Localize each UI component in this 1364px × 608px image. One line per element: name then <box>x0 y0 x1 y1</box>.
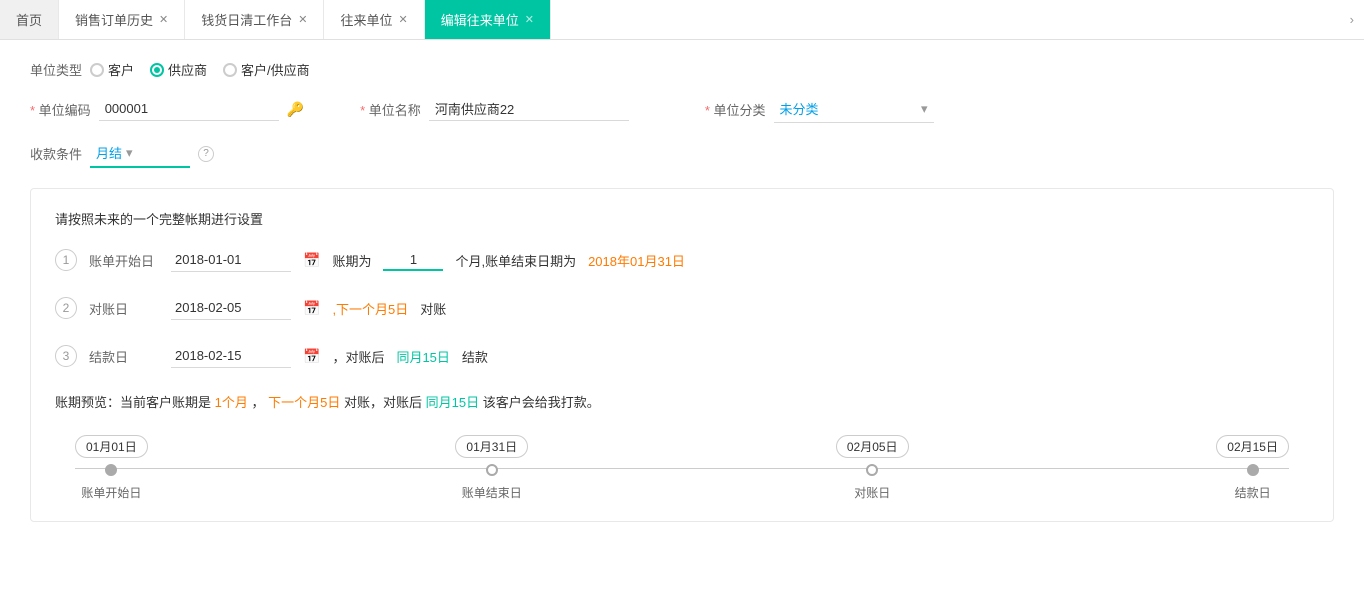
tab-cash-daily-close[interactable]: ✕ <box>298 13 307 26</box>
step-row-1: 1 账单开始日 📅 账期为 个月,账单结束日期为 2018年01月31日 <box>55 248 1309 272</box>
timeline-dot-3 <box>866 464 878 476</box>
help-icon[interactable]: ? <box>198 146 214 162</box>
step-label-3: 结款日 <box>89 347 159 366</box>
step-date-2[interactable] <box>171 296 291 320</box>
timeline-label-3: 02月05日 <box>836 435 909 458</box>
tab-edit-partner[interactable]: 编辑往来单位 ✕ <box>425 0 551 39</box>
step-label-2: 对账日 <box>89 299 159 318</box>
unit-code-copy-icon[interactable]: 🔑 <box>287 101 304 118</box>
timeline-dot-4 <box>1247 464 1259 476</box>
tab-edit-partner-label: 编辑往来单位 <box>441 10 519 29</box>
tab-sales-history[interactable]: 销售订单历史 ✕ <box>59 0 185 39</box>
timeline-sublabel-3: 对账日 <box>854 484 890 501</box>
tab-sales-history-label: 销售订单历史 <box>75 10 153 29</box>
unit-category-group: 单位分类 未分类 ▾ <box>705 95 934 123</box>
unit-fields-row: 单位编码 🔑 单位名称 单位分类 未分类 ▾ <box>30 95 1334 123</box>
step-row-2: 2 对账日 📅 ,下一个月5日 对账 <box>55 296 1309 320</box>
preview-part2: 下一个月5日 <box>268 395 340 410</box>
unit-code-label: 单位编码 <box>30 100 91 119</box>
payment-condition-select[interactable]: 月结 ▾ <box>90 139 190 168</box>
tab-home[interactable]: 首页 <box>0 0 59 39</box>
unit-type-label: 单位类型 <box>30 60 82 79</box>
step-num-2: 2 <box>55 297 77 319</box>
timeline-label-1: 01月01日 <box>75 435 148 458</box>
preview-part1: 1个月 <box>215 395 248 410</box>
step-desc-unit-1: 个月,账单结束日期为 <box>455 251 576 270</box>
timeline-dot-1 <box>105 464 117 476</box>
timeline-sublabel-4: 结款日 <box>1235 484 1271 501</box>
timeline-sublabel-2: 账单结束日 <box>462 484 522 501</box>
radio-supplier-label: 供应商 <box>168 60 207 79</box>
preview-end: 该客户会给我打款。 <box>483 395 600 410</box>
step-num-3: 3 <box>55 345 77 367</box>
tab-home-label: 首页 <box>16 10 42 29</box>
radio-supplier[interactable]: 供应商 <box>150 60 207 79</box>
timeline-sublabel-1: 账单开始日 <box>81 484 141 501</box>
preview-part3: 对账，对账后 <box>344 395 422 410</box>
timeline-section: 01月01日 账单开始日 01月31日 账单结束日 02月05日 <box>55 435 1309 501</box>
radio-supplier-circle <box>150 63 164 77</box>
preview-comma1: ， <box>252 395 265 410</box>
tab-sales-history-close[interactable]: ✕ <box>159 13 168 26</box>
unit-category-value: 未分类 <box>780 99 917 118</box>
radio-customer-circle <box>90 63 104 77</box>
step-highlight-3: 同月15日 <box>396 347 449 366</box>
timeline-node-4: 02月15日 结款日 <box>1216 435 1289 501</box>
tab-more-button[interactable]: › <box>1340 0 1364 39</box>
preview-part4: 同月15日 <box>426 395 479 410</box>
unit-type-row: 单位类型 客户 供应商 客户/供应商 <box>30 60 1334 79</box>
timeline-node-1: 01月01日 账单开始日 <box>75 435 148 501</box>
step-desc-prefix-1: 账期为 <box>332 251 371 270</box>
timeline-label-4: 02月15日 <box>1216 435 1289 458</box>
step-date-3[interactable] <box>171 344 291 368</box>
unit-category-label: 单位分类 <box>705 100 766 119</box>
step-desc-suffix-2: 对账 <box>420 299 446 318</box>
step-calendar-1[interactable]: 📅 <box>303 252 320 269</box>
main-content: 单位类型 客户 供应商 客户/供应商 单位编码 🔑 单位名称 <box>0 40 1364 608</box>
radio-both-label: 客户/供应商 <box>241 60 310 79</box>
preview-section: 账期预览：当前客户账期是 1个月 ， 下一个月5日 对账，对账后 同月15日 该… <box>55 392 1309 411</box>
unit-code-input[interactable] <box>99 97 279 121</box>
unit-code-group: 单位编码 🔑 <box>30 97 304 121</box>
tab-bar: 首页 销售订单历史 ✕ 钱货日清工作台 ✕ 往来单位 ✕ 编辑往来单位 ✕ › <box>0 0 1364 40</box>
step-desc-suffix-3: 结款 <box>462 347 488 366</box>
payment-condition-chevron-icon: ▾ <box>126 145 133 161</box>
step-date-1[interactable] <box>171 248 291 272</box>
card-instruction: 请按照未来的一个完整帐期进行设置 <box>55 209 1309 228</box>
payment-condition-value: 月结 <box>96 143 122 162</box>
timeline-label-2: 01月31日 <box>455 435 528 458</box>
step-calendar-3[interactable]: 📅 <box>303 348 320 365</box>
unit-category-chevron-icon: ▾ <box>921 101 928 117</box>
period-input-1[interactable] <box>383 250 443 271</box>
settings-card: 请按照未来的一个完整帐期进行设置 1 账单开始日 📅 账期为 个月,账单结束日期… <box>30 188 1334 522</box>
step-desc-prefix-3: ，对账后 <box>332 347 384 366</box>
tab-cash-daily[interactable]: 钱货日清工作台 ✕ <box>185 0 324 39</box>
tab-cash-daily-label: 钱货日清工作台 <box>201 10 292 29</box>
step-highlight-2: ,下一个月5日 <box>332 299 408 318</box>
step-label-1: 账单开始日 <box>89 251 159 270</box>
unit-name-input[interactable] <box>429 97 629 121</box>
tab-partner-unit[interactable]: 往来单位 ✕ <box>324 0 424 39</box>
unit-name-group: 单位名称 <box>360 97 629 121</box>
payment-condition-row: 收款条件 月结 ▾ ? <box>30 139 1334 168</box>
step-calendar-2[interactable]: 📅 <box>303 300 320 317</box>
payment-condition-label: 收款条件 <box>30 144 82 163</box>
tab-partner-unit-close[interactable]: ✕ <box>399 13 408 26</box>
timeline-node-2: 01月31日 账单结束日 <box>455 435 528 501</box>
step-period-end-1: 2018年01月31日 <box>588 251 685 270</box>
radio-customer[interactable]: 客户 <box>90 60 134 79</box>
unit-category-select[interactable]: 未分类 ▾ <box>774 95 934 123</box>
preview-label: 账期预览：当前客户账期是 <box>55 395 211 410</box>
tab-partner-unit-label: 往来单位 <box>340 10 392 29</box>
radio-customer-label: 客户 <box>108 60 134 79</box>
unit-name-label: 单位名称 <box>360 100 421 119</box>
unit-type-radio-group: 客户 供应商 客户/供应商 <box>90 60 310 79</box>
radio-both[interactable]: 客户/供应商 <box>223 60 310 79</box>
step-row-3: 3 结款日 📅 ，对账后 同月15日 结款 <box>55 344 1309 368</box>
radio-both-circle <box>223 63 237 77</box>
tab-edit-partner-close[interactable]: ✕ <box>525 13 534 26</box>
timeline-dot-2 <box>486 464 498 476</box>
step-num-1: 1 <box>55 249 77 271</box>
timeline-node-3: 02月05日 对账日 <box>836 435 909 501</box>
